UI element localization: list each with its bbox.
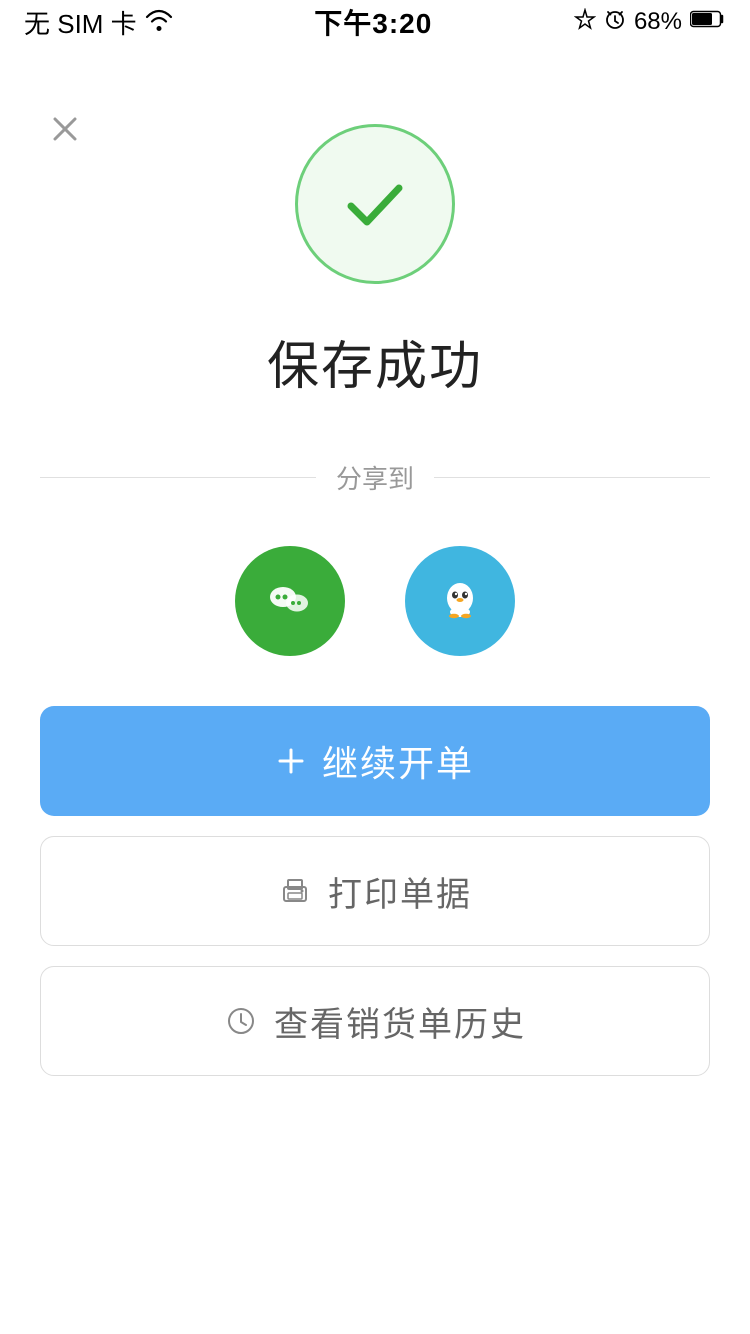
close-button[interactable]: [40, 104, 90, 154]
status-left: 无 SIM 卡: [24, 4, 173, 41]
history-button[interactable]: 查看销货单历史: [40, 966, 710, 1076]
plus-icon: [276, 746, 306, 776]
location-icon: [574, 8, 596, 37]
sim-text: 无 SIM 卡: [24, 4, 137, 41]
qq-share-button[interactable]: [405, 546, 515, 656]
print-button[interactable]: 打印单据: [40, 836, 710, 946]
wifi-icon: [145, 7, 173, 38]
wechat-share-button[interactable]: [235, 546, 345, 656]
share-icons: [40, 546, 710, 656]
share-divider: 分享到: [40, 459, 710, 496]
clock-icon: [224, 1004, 258, 1038]
continue-button[interactable]: 继续开单: [40, 706, 710, 816]
share-label: 分享到: [336, 459, 414, 496]
action-buttons: 继续开单 打印单据 查看销货单历史: [0, 706, 750, 1076]
success-title: 保存成功: [267, 324, 483, 399]
print-label: 打印单据: [328, 867, 472, 916]
print-icon: [278, 874, 312, 908]
main-content: 保存成功 分享到: [0, 44, 750, 1334]
status-time: 下午3:20: [314, 2, 432, 42]
success-icon-circle: [295, 124, 455, 284]
share-section: 分享到: [0, 459, 750, 656]
history-label: 查看销货单历史: [274, 997, 526, 1046]
status-right: 68%: [574, 8, 726, 37]
battery-text: 68%: [634, 8, 682, 36]
status-bar: 无 SIM 卡 下午3:20 68%: [0, 0, 750, 44]
continue-label: 继续开单: [322, 735, 474, 787]
alarm-icon: [604, 8, 626, 37]
battery-icon: [690, 8, 726, 36]
